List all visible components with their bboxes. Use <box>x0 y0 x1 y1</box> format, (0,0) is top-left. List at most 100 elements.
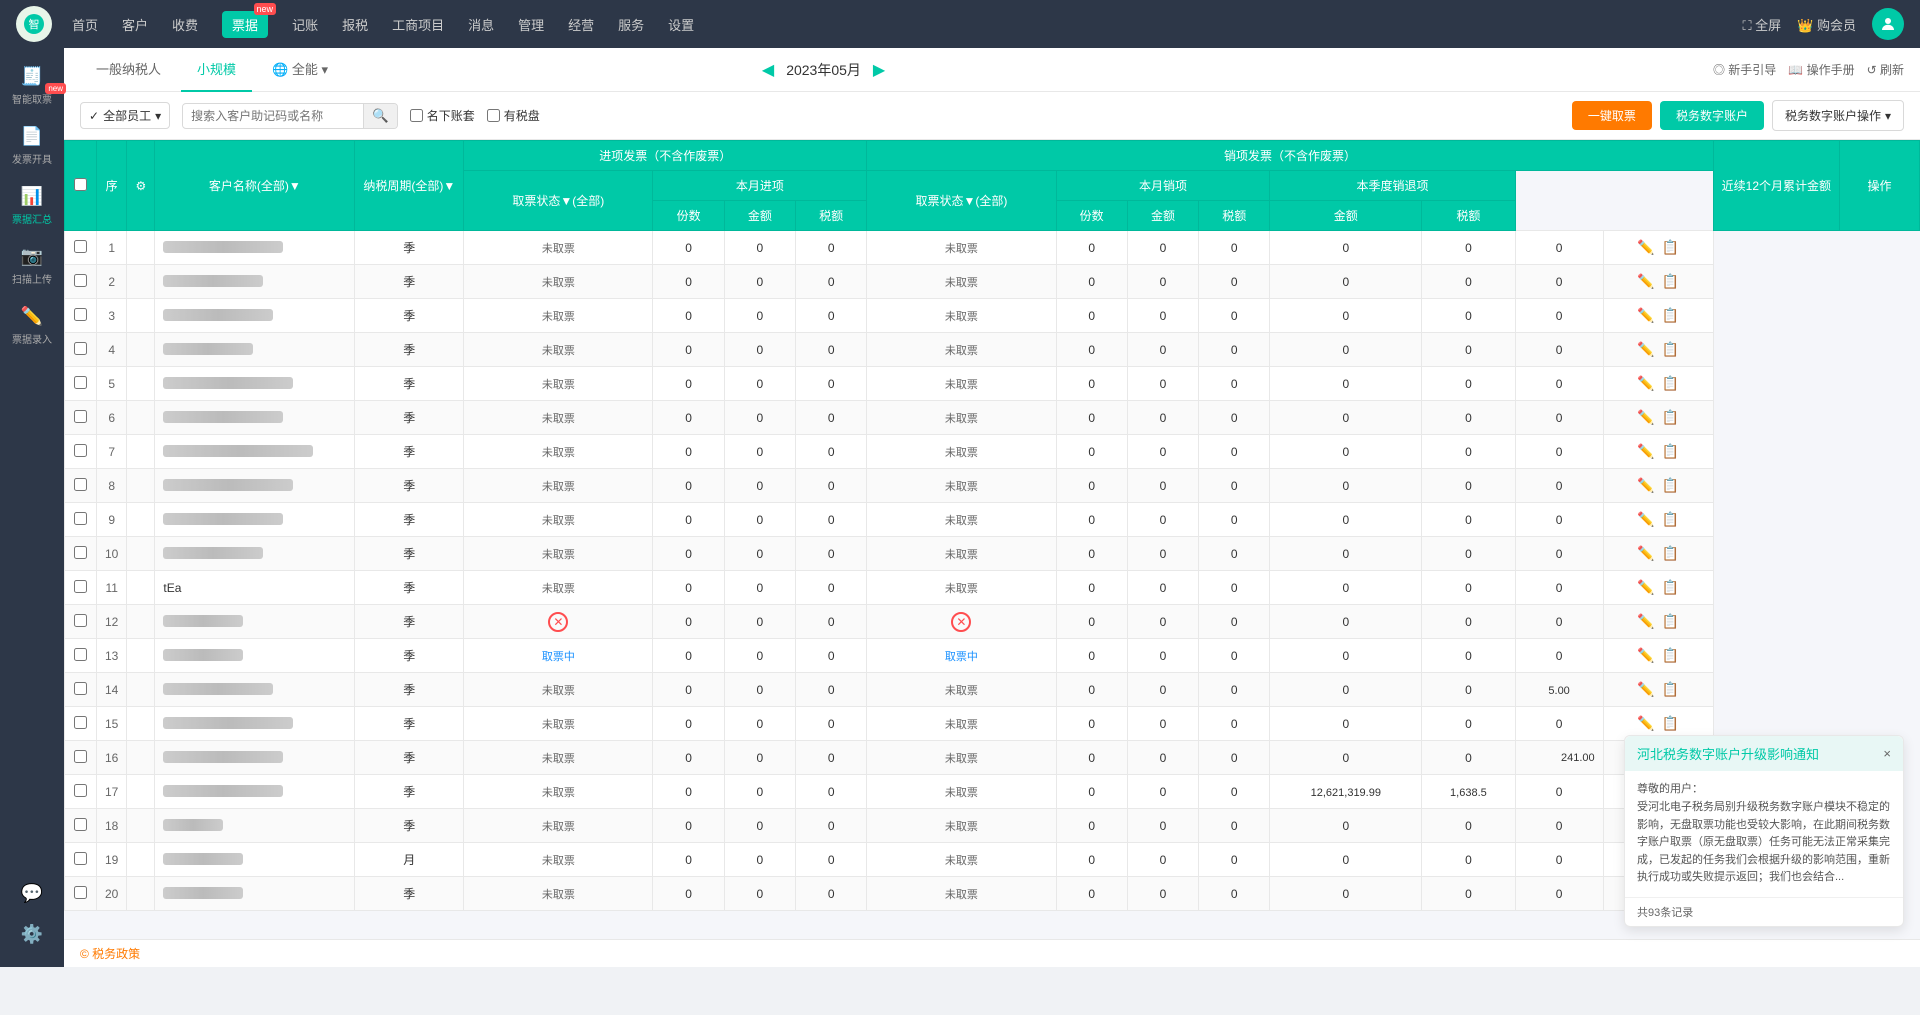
sidebar-item-invoice-open[interactable]: 📄 发票开具 <box>0 116 64 176</box>
fullscreen-btn[interactable]: ⛶ 全屏 <box>1742 15 1781 34</box>
row-checkbox[interactable] <box>74 240 87 253</box>
edit-btn[interactable]: ✏️ <box>1635 611 1656 632</box>
nav-operation[interactable]: 经营 <box>568 15 594 34</box>
sidebar-item-ticket-entry[interactable]: ✏️ 票据录入 <box>0 296 64 356</box>
user-avatar[interactable] <box>1872 8 1904 40</box>
row-checkbox[interactable] <box>74 716 87 729</box>
sidebar-item-smart-ticket[interactable]: 🧾 智能取票 new <box>0 56 64 116</box>
employee-filter[interactable]: ✓ 全部员工 ▾ <box>80 102 170 129</box>
copy-btn[interactable]: 📋 <box>1660 305 1681 326</box>
out-fetch-status-header[interactable]: 取票状态▼(全部) <box>867 171 1056 231</box>
download-checkbox[interactable] <box>410 109 423 122</box>
row-checkbox[interactable] <box>74 546 87 559</box>
row-checkbox[interactable] <box>74 580 87 593</box>
copy-btn[interactable]: 📋 <box>1660 373 1681 394</box>
nav-fee[interactable]: 收费 <box>172 15 198 34</box>
row-checkbox[interactable] <box>74 308 87 321</box>
search-button[interactable]: 🔍 <box>363 104 397 128</box>
in-fetch-status-header[interactable]: 取票状态▼(全部) <box>464 171 653 231</box>
nav-business[interactable]: 工商项目 <box>392 15 444 34</box>
nav-service[interactable]: 服务 <box>618 15 644 34</box>
row-checkbox[interactable] <box>74 444 87 457</box>
customer-name-header[interactable]: 客户名称(全部)▼ <box>155 141 355 231</box>
row-checkbox[interactable] <box>74 274 87 287</box>
copy-btn[interactable]: 📋 <box>1660 679 1681 700</box>
row-checkbox[interactable] <box>74 478 87 491</box>
row-checkbox[interactable] <box>74 410 87 423</box>
edit-btn[interactable]: ✏️ <box>1635 271 1656 292</box>
one-key-ticket-btn[interactable]: 一键取票 <box>1572 101 1652 130</box>
edit-btn[interactable]: ✏️ <box>1635 543 1656 564</box>
settings-header[interactable]: ⚙ <box>127 141 155 231</box>
guide-btn[interactable]: ◎ 新手引导 <box>1713 61 1776 78</box>
copy-btn[interactable]: 📋 <box>1660 441 1681 462</box>
search-input[interactable] <box>183 105 363 127</box>
edit-btn[interactable]: ✏️ <box>1635 305 1656 326</box>
edit-btn[interactable]: ✏️ <box>1635 475 1656 496</box>
sidebar-item-ticket-summary[interactable]: 📊 票据汇总 <box>0 176 64 236</box>
tab-all[interactable]: 🌐 全能 ▾ <box>256 48 344 92</box>
row-checkbox[interactable] <box>74 614 87 627</box>
row-checkbox[interactable] <box>74 648 87 661</box>
tab-general-taxpayer[interactable]: 一般纳税人 <box>80 48 177 92</box>
copy-btn[interactable]: 📋 <box>1660 645 1681 666</box>
row-checkbox[interactable] <box>74 342 87 355</box>
edit-btn[interactable]: ✏️ <box>1635 577 1656 598</box>
row-checkbox[interactable] <box>74 818 87 831</box>
row-checkbox[interactable] <box>74 376 87 389</box>
row-settings-cell <box>127 843 155 877</box>
row-checkbox[interactable] <box>74 512 87 525</box>
nav-manage[interactable]: 管理 <box>518 15 544 34</box>
refresh-btn[interactable]: ↺ 刷新 <box>1867 61 1904 78</box>
edit-btn[interactable]: ✏️ <box>1635 441 1656 462</box>
edit-btn[interactable]: ✏️ <box>1635 713 1656 734</box>
nav-accounting[interactable]: 记账 <box>292 15 318 34</box>
row-checkbox[interactable] <box>74 852 87 865</box>
copy-btn[interactable]: 📋 <box>1660 271 1681 292</box>
edit-btn[interactable]: ✏️ <box>1635 645 1656 666</box>
row-checkbox[interactable] <box>74 784 87 797</box>
tax-period-header[interactable]: 纳税周期(全部)▼ <box>355 141 464 231</box>
edit-btn[interactable]: ✏️ <box>1635 373 1656 394</box>
tax-disk-checkbox[interactable] <box>487 109 500 122</box>
edit-btn[interactable]: ✏️ <box>1635 237 1656 258</box>
copy-btn[interactable]: 📋 <box>1660 543 1681 564</box>
tax-disk-checkbox-label[interactable]: 有税盘 <box>487 107 540 124</box>
copy-btn[interactable]: 📋 <box>1660 577 1681 598</box>
copy-btn[interactable]: 📋 <box>1660 611 1681 632</box>
vip-btn[interactable]: 👑 购会员 <box>1797 15 1856 34</box>
row-checkbox[interactable] <box>74 682 87 695</box>
tab-small-scale[interactable]: 小规模 <box>181 48 252 92</box>
copy-btn[interactable]: 📋 <box>1660 475 1681 496</box>
tax-digital-account-btn[interactable]: 税务数字账户 <box>1660 101 1764 130</box>
copy-btn[interactable]: 📋 <box>1660 407 1681 428</box>
nav-settings[interactable]: 设置 <box>668 15 694 34</box>
sidebar-item-message[interactable]: 💬 <box>13 873 51 914</box>
copy-btn[interactable]: 📋 <box>1660 237 1681 258</box>
row-checkbox[interactable] <box>74 750 87 763</box>
date-next-btn[interactable]: ▶ <box>873 60 885 80</box>
date-prev-btn[interactable]: ◀ <box>762 60 774 80</box>
nav-customer[interactable]: 客户 <box>122 15 148 34</box>
nav-tax[interactable]: 报税 <box>342 15 368 34</box>
edit-btn[interactable]: ✏️ <box>1635 679 1656 700</box>
nav-ticket[interactable]: 票据 new <box>222 11 268 38</box>
nav-message[interactable]: 消息 <box>468 15 494 34</box>
edit-btn[interactable]: ✏️ <box>1635 509 1656 530</box>
out-amount-cell: 0 <box>1127 231 1198 265</box>
manual-btn[interactable]: 📖 操作手册 <box>1788 61 1854 78</box>
copy-btn[interactable]: 📋 <box>1660 339 1681 360</box>
copy-btn[interactable]: 📋 <box>1660 713 1681 734</box>
tax-digital-account-ops-btn[interactable]: 税务数字账户操作 ▾ <box>1772 100 1904 131</box>
download-checkbox-label[interactable]: 名下账套 <box>410 107 475 124</box>
sidebar-item-scan-upload[interactable]: 📷 扫描上传 <box>0 236 64 296</box>
nav-home[interactable]: 首页 <box>72 15 98 34</box>
edit-btn[interactable]: ✏️ <box>1635 339 1656 360</box>
sidebar-item-settings[interactable]: ⚙️ <box>13 914 51 955</box>
status-text[interactable]: © 税务政策 <box>80 945 140 962</box>
select-all-checkbox[interactable] <box>74 178 87 191</box>
notification-close-btn[interactable]: × <box>1883 746 1891 761</box>
edit-btn[interactable]: ✏️ <box>1635 407 1656 428</box>
row-checkbox[interactable] <box>74 886 87 899</box>
copy-btn[interactable]: 📋 <box>1660 509 1681 530</box>
